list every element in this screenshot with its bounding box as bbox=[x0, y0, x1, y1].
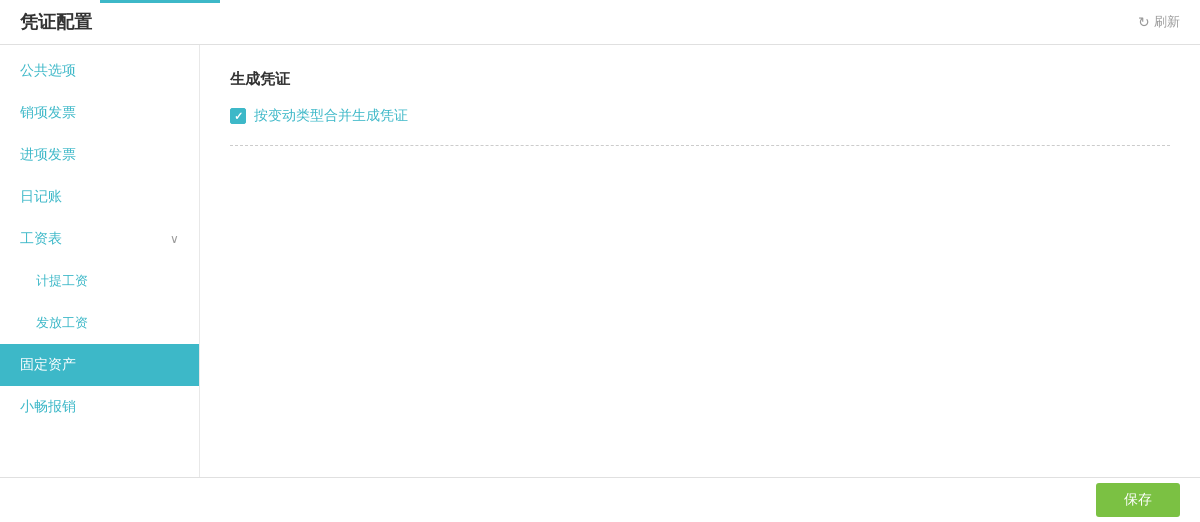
header: 凭证配置 ↻ 刷新 bbox=[0, 0, 1200, 45]
sidebar-item-journal[interactable]: 日记账 bbox=[0, 176, 199, 218]
merge-checkbox[interactable] bbox=[230, 108, 246, 124]
sidebar-item-label: 小畅报销 bbox=[20, 398, 76, 416]
chevron-down-icon: ∨ bbox=[170, 232, 179, 246]
sidebar-item-label: 公共选项 bbox=[20, 62, 76, 80]
sidebar-item-payroll-table[interactable]: 工资表 ∨ bbox=[0, 218, 199, 260]
main-content: 生成凭证 按变动类型合并生成凭证 bbox=[200, 45, 1200, 477]
section-title: 生成凭证 bbox=[230, 70, 1170, 89]
sidebar-item-label: 计提工资 bbox=[36, 272, 88, 290]
refresh-icon: ↻ bbox=[1138, 14, 1150, 30]
sidebar-item-fixed-assets[interactable]: 固定资产 bbox=[0, 344, 199, 386]
page-title: 凭证配置 bbox=[20, 10, 92, 34]
sidebar-item-label: 日记账 bbox=[20, 188, 62, 206]
sidebar-item-label: 发放工资 bbox=[36, 314, 88, 332]
sidebar-item-accrued-salary[interactable]: 计提工资 bbox=[0, 260, 199, 302]
merge-checkbox-label[interactable]: 按变动类型合并生成凭证 bbox=[254, 107, 408, 125]
sidebar-item-sales-invoice[interactable]: 销项发票 bbox=[0, 92, 199, 134]
sidebar-item-pay-salary[interactable]: 发放工资 bbox=[0, 302, 199, 344]
footer: 保存 bbox=[0, 477, 1200, 522]
refresh-button[interactable]: ↻ 刷新 bbox=[1138, 13, 1180, 31]
refresh-label: 刷新 bbox=[1154, 13, 1180, 31]
save-button[interactable]: 保存 bbox=[1096, 483, 1180, 517]
section-divider bbox=[230, 145, 1170, 146]
sidebar-item-label: 工资表 bbox=[20, 230, 62, 248]
sidebar: 公共选项销项发票进项发票日记账工资表 ∨ 计提工资发放工资固定资产小畅报销 bbox=[0, 45, 200, 477]
sidebar-item-label: 进项发票 bbox=[20, 146, 76, 164]
sidebar-item-public-options[interactable]: 公共选项 bbox=[0, 50, 199, 92]
layout: 公共选项销项发票进项发票日记账工资表 ∨ 计提工资发放工资固定资产小畅报销 生成凭证… bbox=[0, 45, 1200, 477]
sidebar-item-expense-report[interactable]: 小畅报销 bbox=[0, 386, 199, 428]
sidebar-item-label: 销项发票 bbox=[20, 104, 76, 122]
top-accent-bar bbox=[100, 0, 220, 3]
checkbox-row: 按变动类型合并生成凭证 bbox=[230, 107, 1170, 125]
sidebar-item-purchase-invoice[interactable]: 进项发票 bbox=[0, 134, 199, 176]
sidebar-item-label: 固定资产 bbox=[20, 356, 76, 374]
